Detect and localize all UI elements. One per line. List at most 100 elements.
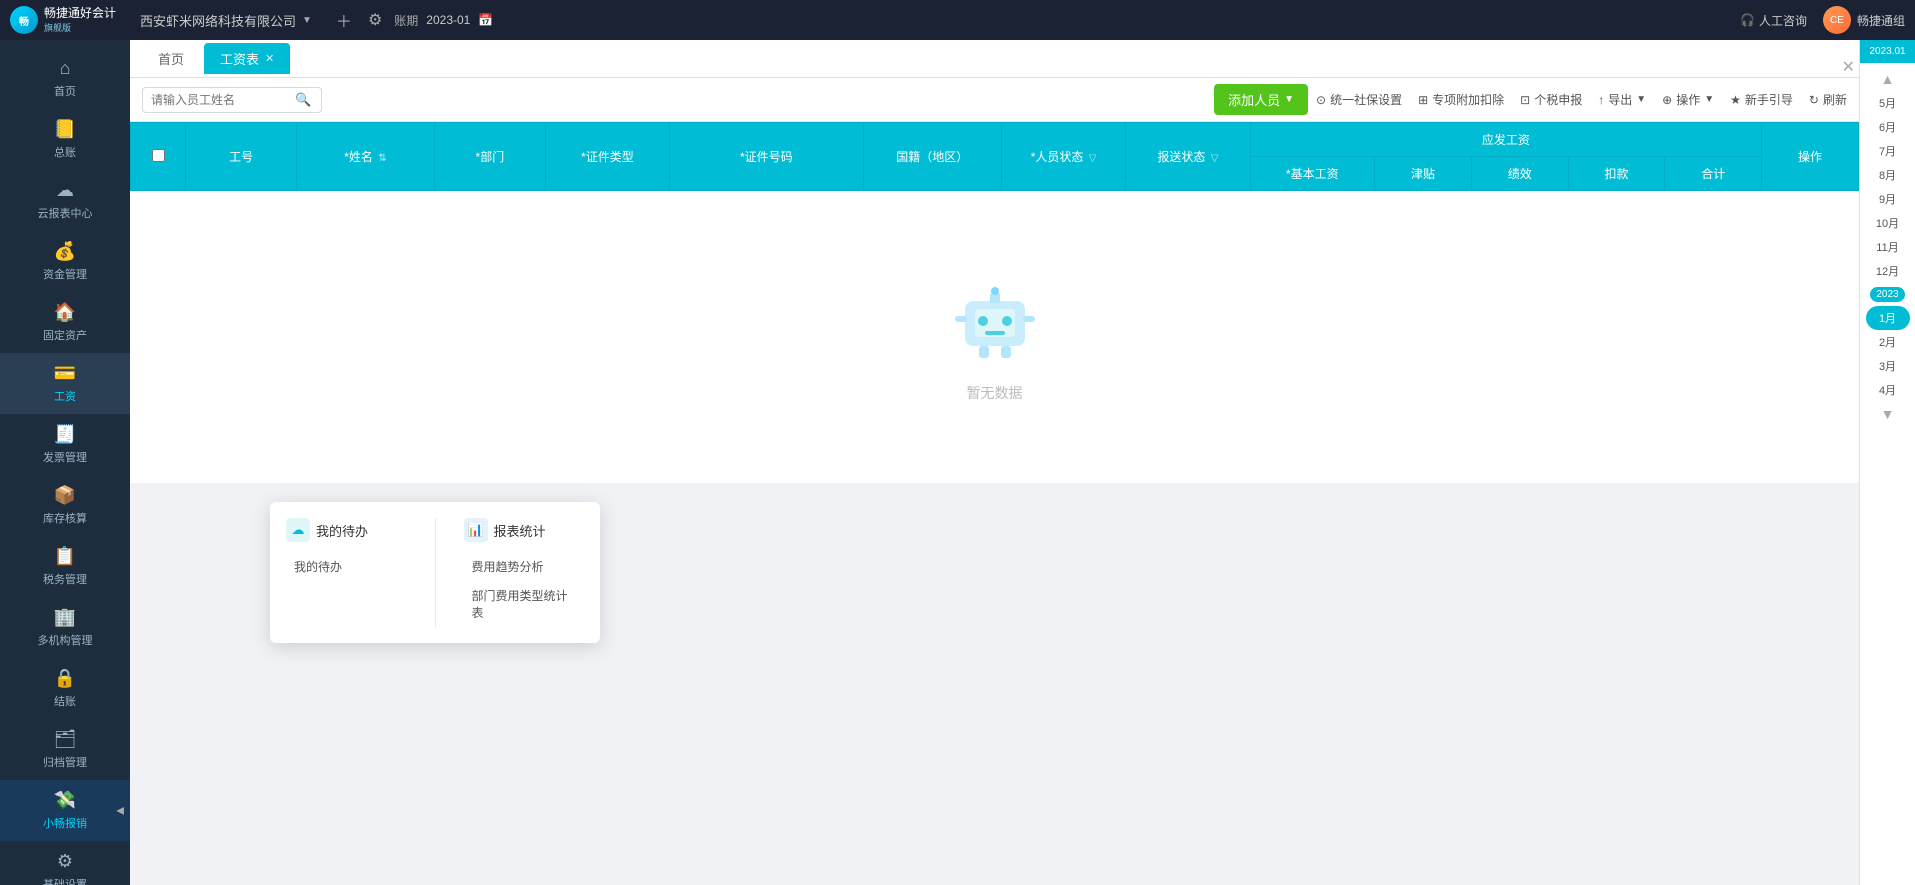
sidebar-item-basic-settings[interactable]: ⚙ 基础设置 bbox=[0, 841, 130, 885]
table-row-empty: 暂无数据 bbox=[131, 191, 1859, 484]
th-dept: *部门 bbox=[435, 123, 546, 191]
report-icon: 📊 bbox=[464, 518, 488, 542]
sidebar-item-xiaochang[interactable]: 💸 小畅报销 ◀ bbox=[0, 780, 130, 841]
social-security-icon: ⊙ bbox=[1316, 93, 1326, 107]
sidebar-item-closing[interactable]: 🔒 结账 bbox=[0, 658, 130, 719]
calendar-icon[interactable]: 📅 bbox=[478, 13, 493, 27]
avatar: CE bbox=[1823, 6, 1851, 34]
sidebar-label-tax: 税务管理 bbox=[43, 571, 87, 587]
operations-btn[interactable]: ⊕ 操作 ▼ bbox=[1662, 91, 1714, 108]
th-personnel-status[interactable]: *人员状态 ▽ bbox=[1001, 123, 1125, 191]
export-arrow-icon: ▼ bbox=[1636, 94, 1646, 105]
popup-item-expense-trend[interactable]: 费用趋势分析 bbox=[464, 552, 585, 581]
org-icon: 🏢 bbox=[54, 607, 76, 628]
company-name: 西安虾米网络科技有限公司 bbox=[140, 11, 296, 30]
timeline-month-12[interactable]: 12月 bbox=[1860, 259, 1915, 283]
timeline-month-current[interactable]: 1月 bbox=[1866, 306, 1910, 330]
new-guide-label: 新手引导 bbox=[1745, 91, 1793, 108]
th-nationality: 国籍（地区） bbox=[863, 123, 1001, 191]
sidebar-item-salary[interactable]: 💳 工资 bbox=[0, 353, 130, 414]
user-area[interactable]: CE 畅捷通组 bbox=[1823, 6, 1905, 34]
timeline-month-5[interactable]: 5月 bbox=[1860, 91, 1915, 115]
new-guide-btn[interactable]: ★ 新手引导 bbox=[1730, 91, 1793, 108]
period-label: 账期 bbox=[394, 12, 418, 29]
sidebar-label-closing: 结账 bbox=[54, 693, 76, 709]
tab-close-icon[interactable]: ✕ bbox=[265, 52, 274, 65]
timeline-month-10[interactable]: 10月 bbox=[1860, 211, 1915, 235]
header-right: 🎧 人工咨询 CE 畅捷通组 bbox=[1740, 6, 1905, 34]
timeline-down-arrow[interactable]: ▼ bbox=[1877, 402, 1899, 426]
add-icon[interactable]: ＋ bbox=[332, 4, 356, 36]
export-btn[interactable]: ↑ 导出 ▼ bbox=[1598, 91, 1646, 108]
timeline-month-6[interactable]: 6月 bbox=[1860, 115, 1915, 139]
add-person-button[interactable]: 添加人员 ▼ bbox=[1214, 84, 1308, 115]
content-area: 首页 工资表 ✕ ✕ 🔍 添加人员 ▼ ⊙ 统一社保设置 bbox=[130, 40, 1859, 885]
sidebar-item-inventory[interactable]: 📦 库存核算 bbox=[0, 475, 130, 536]
sidebar-label-assets: 固定资产 bbox=[43, 327, 87, 343]
toolbar-actions: ⊙ 统一社保设置 ⊞ 专项附加扣除 ⊡ 个税申报 ↑ 导出 ▼ ⊕ bbox=[1316, 91, 1847, 108]
sidebar-label-cloud: 云报表中心 bbox=[38, 205, 93, 221]
th-deduct: 扣款 bbox=[1568, 157, 1665, 191]
main-layout: ⌂ 首页 📒 总账 ☁ 云报表中心 💰 资金管理 🏠 固定资产 💳 工资 🧾 发… bbox=[0, 40, 1915, 885]
dropdown-arrow-icon: ▼ bbox=[1284, 94, 1294, 105]
sidebar-item-home[interactable]: ⌂ 首页 bbox=[0, 48, 130, 109]
sidebar-label-fund: 资金管理 bbox=[43, 266, 87, 282]
closing-icon: 🔒 bbox=[54, 668, 76, 689]
sidebar-item-fund[interactable]: 💰 资金管理 bbox=[0, 231, 130, 292]
search-input[interactable] bbox=[151, 93, 291, 107]
timeline-month-4[interactable]: 4月 bbox=[1860, 378, 1915, 402]
toolbar: 🔍 添加人员 ▼ ⊙ 统一社保设置 ⊞ 专项附加扣除 ⊡ 个税申报 bbox=[130, 78, 1859, 122]
tab-home[interactable]: 首页 bbox=[142, 43, 200, 74]
sidebar-item-multi-org[interactable]: 🏢 多机构管理 bbox=[0, 597, 130, 658]
sidebar-label-inventory: 库存核算 bbox=[43, 510, 87, 526]
popup-item-my-todo[interactable]: 我的待办 bbox=[286, 552, 407, 581]
timeline-month-8[interactable]: 8月 bbox=[1860, 163, 1915, 187]
personal-tax-btn[interactable]: ⊡ 个税申报 bbox=[1520, 91, 1582, 108]
company-selector[interactable]: 西安虾米网络科技有限公司 ▼ bbox=[140, 11, 312, 30]
sidebar-item-tax[interactable]: 📋 税务管理 bbox=[0, 536, 130, 597]
header-actions: ＋ ⚙ 账期 2023-01 📅 bbox=[332, 4, 493, 36]
special-deduct-btn[interactable]: ⊞ 专项附加扣除 bbox=[1418, 91, 1504, 108]
th-report-status[interactable]: 报送状态 ▽ bbox=[1126, 123, 1250, 191]
th-checkbox[interactable] bbox=[131, 123, 186, 191]
popup-item-dept-expense[interactable]: 部门费用类型统计表 bbox=[464, 581, 585, 627]
todo-title-label: 我的待办 bbox=[316, 521, 368, 540]
special-deduct-label: 专项附加扣除 bbox=[1432, 91, 1504, 108]
add-person-label: 添加人员 bbox=[1228, 90, 1280, 109]
sidebar-item-general-ledger[interactable]: 📒 总账 bbox=[0, 109, 130, 170]
status-filter-icon: ▽ bbox=[1089, 153, 1097, 164]
timeline-month-9[interactable]: 9月 bbox=[1860, 187, 1915, 211]
sidebar-item-archive[interactable]: 🗂 归档管理 bbox=[0, 719, 130, 780]
social-security-btn[interactable]: ⊙ 统一社保设置 bbox=[1316, 91, 1402, 108]
sidebar-item-fixed-assets[interactable]: 🏠 固定资产 bbox=[0, 292, 130, 353]
operations-icon: ⊕ bbox=[1662, 93, 1672, 107]
fund-icon: 💰 bbox=[54, 241, 76, 262]
salary-table: 工号 *姓名 ⇅ *部门 *证件类型 *证件号码 国籍（地区） *人员状态 ▽ … bbox=[130, 122, 1859, 483]
refresh-btn[interactable]: ↻ 刷新 bbox=[1809, 91, 1847, 108]
select-all-checkbox[interactable] bbox=[152, 149, 165, 162]
timeline-month-2[interactable]: 2月 bbox=[1860, 330, 1915, 354]
user-name: 畅捷通组 bbox=[1857, 12, 1905, 29]
popup-divider bbox=[435, 518, 436, 627]
search-icon[interactable]: 🔍 bbox=[295, 92, 311, 108]
popup-col-report: 📊 报表统计 费用趋势分析 部门费用类型统计表 bbox=[464, 518, 585, 627]
cloud-icon: ☁ bbox=[56, 180, 74, 201]
sidebar-item-cloud-report[interactable]: ☁ 云报表中心 bbox=[0, 170, 130, 231]
th-base-wage: *基本工资 bbox=[1250, 157, 1374, 191]
customer-service-btn[interactable]: 🎧 人工咨询 bbox=[1740, 12, 1807, 29]
modal-close-btn[interactable]: ✕ bbox=[1842, 57, 1855, 77]
todo-icon: ☁ bbox=[286, 518, 310, 542]
logo-area: 畅 畅捷通好会计 旗舰版 bbox=[10, 6, 130, 34]
sidebar-item-invoice[interactable]: 🧾 发票管理 bbox=[0, 414, 130, 475]
refresh-label: 刷新 bbox=[1823, 91, 1847, 108]
tab-salary[interactable]: 工资表 ✕ bbox=[204, 43, 290, 74]
timeline-up-arrow[interactable]: ▲ bbox=[1877, 67, 1899, 91]
sidebar: ⌂ 首页 📒 总账 ☁ 云报表中心 💰 资金管理 🏠 固定资产 💳 工资 🧾 发… bbox=[0, 40, 130, 885]
timeline-month-3[interactable]: 3月 bbox=[1860, 354, 1915, 378]
table-container: 工号 *姓名 ⇅ *部门 *证件类型 *证件号码 国籍（地区） *人员状态 ▽ … bbox=[130, 122, 1859, 885]
popup-menu-row: ☁ 我的待办 我的待办 📊 报表统计 费用趋势分析 部门费用类型统计表 bbox=[286, 518, 584, 627]
timeline-month-11[interactable]: 11月 bbox=[1860, 235, 1915, 259]
th-name[interactable]: *姓名 ⇅ bbox=[296, 123, 434, 191]
timeline-month-7[interactable]: 7月 bbox=[1860, 139, 1915, 163]
settings-icon[interactable]: ⚙ bbox=[364, 6, 386, 34]
